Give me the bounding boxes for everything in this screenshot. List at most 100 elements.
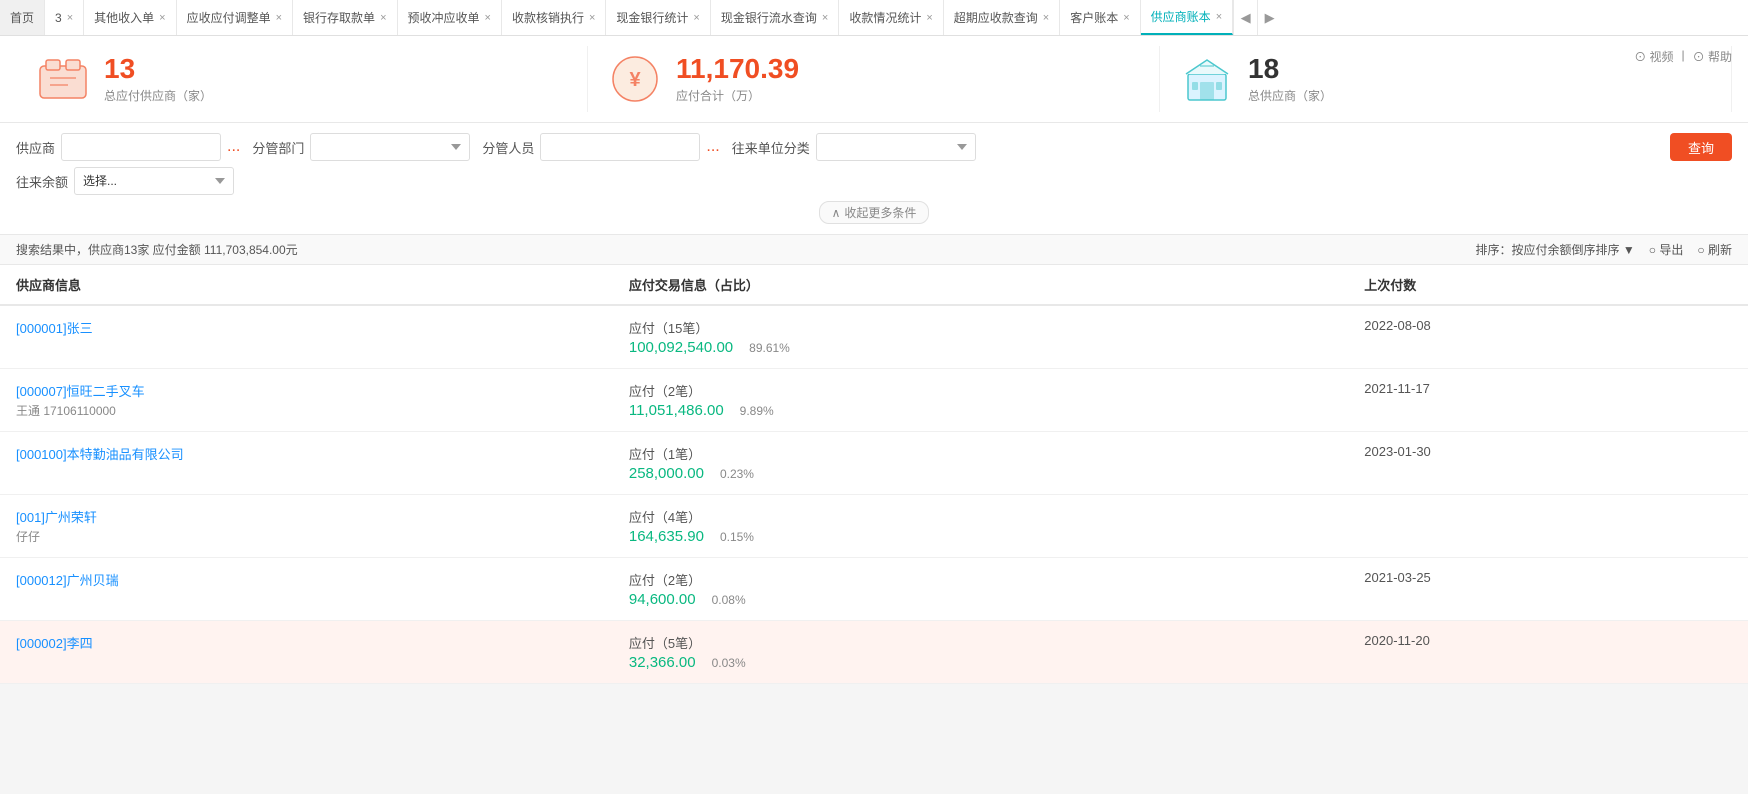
nav-arrow-right[interactable]: ▶ xyxy=(1257,0,1281,35)
total-supplier-icon xyxy=(1180,52,1234,106)
nav-tab-verify[interactable]: 收款核销执行 × xyxy=(502,0,606,35)
tx-percent-2: 0.23% xyxy=(720,467,754,481)
person-filter-label: 分管人员 xyxy=(482,138,534,157)
query-button[interactable]: 查询 xyxy=(1670,133,1732,161)
payable-supplier-label: 总应付供应商（家） xyxy=(104,87,212,104)
tx-row-4: 94,600.00 0.08% xyxy=(629,591,1364,608)
summary-card-payable-suppliers: 13 总应付供应商（家） xyxy=(16,46,588,112)
sort-label[interactable]: 排序：按应付余额倒序排序 ▼ xyxy=(1476,241,1635,258)
tx-percent-1: 9.89% xyxy=(740,404,774,418)
tx-label-2: 应付（1笔） xyxy=(629,444,1364,463)
close-tab-cashstat[interactable]: × xyxy=(693,12,699,24)
svg-text:¥: ¥ xyxy=(629,69,641,91)
tx-label-1: 应付（2笔） xyxy=(629,381,1364,400)
collapse-label: 收起更多条件 xyxy=(844,204,916,221)
nav-tab-3[interactable]: 3 × xyxy=(45,0,84,35)
tx-amount-4[interactable]: 94,600.00 xyxy=(629,591,696,608)
transaction-cell-4: 应付（2笔） 94,600.00 0.08% xyxy=(629,570,1364,608)
supplier-link-2[interactable]: [000100]本特勤油品有限公司 xyxy=(16,447,184,462)
nav-arrow-left[interactable]: ◀ xyxy=(1233,0,1257,35)
supplier-filter-label: 供应商 xyxy=(16,138,55,157)
sort-text: 排序：按应付余额倒序排序 xyxy=(1476,243,1620,257)
nav-tab-cashflow[interactable]: 现金银行流水查询 × xyxy=(711,0,839,35)
nav-tab-supbook[interactable]: 供应商账本 × xyxy=(1141,0,1233,35)
last-pay-date-2: 2023-01-30 xyxy=(1364,444,1431,459)
last-pay-date-0: 2022-08-08 xyxy=(1364,318,1431,333)
nav-tab-bank[interactable]: 银行存取款单 × xyxy=(293,0,397,35)
close-tab-overdue[interactable]: × xyxy=(1043,12,1049,24)
tx-percent-5: 0.03% xyxy=(712,656,746,670)
dept-filter-select[interactable] xyxy=(310,133,470,161)
supplier-link-0[interactable]: [000001]张三 xyxy=(16,321,93,336)
tx-amount-3[interactable]: 164,635.90 xyxy=(629,528,704,545)
nav-tab-recstat[interactable]: 收款情况统计 × xyxy=(839,0,943,35)
tx-label-0: 应付（15笔） xyxy=(629,318,1364,337)
nav-tab-home[interactable]: 首页 xyxy=(0,0,45,35)
close-tab-income[interactable]: × xyxy=(159,12,165,24)
transaction-cell-5: 应付（5笔） 32,366.00 0.03% xyxy=(629,633,1364,671)
nav-tab-income[interactable]: 其他收入单 × xyxy=(84,0,176,35)
nav-tab-custbook[interactable]: 客户账本 × xyxy=(1060,0,1140,35)
balance-filter-select[interactable]: 选择... xyxy=(74,167,234,195)
supplier-filter-input[interactable] xyxy=(61,133,221,161)
category-filter-select[interactable] xyxy=(816,133,976,161)
nav-tab-overdue[interactable]: 超期应收款查询 × xyxy=(944,0,1060,35)
transaction-cell-3: 应付（4笔） 164,635.90 0.15% xyxy=(629,507,1364,545)
export-label: 导出 xyxy=(1659,243,1683,257)
tx-amount-2[interactable]: 258,000.00 xyxy=(629,465,704,482)
supplier-cell-4: [000012]广州贝瑞 xyxy=(16,570,629,589)
refresh-button[interactable]: ○ 刷新 xyxy=(1697,241,1732,258)
nav-tab-cashstat-label: 现金银行统计 xyxy=(616,9,688,26)
nav-tab-cashstat[interactable]: 现金银行统计 × xyxy=(606,0,710,35)
tx-percent-3: 0.15% xyxy=(720,530,754,544)
supplier-link-1[interactable]: [000007]恒旺二手叉车 xyxy=(16,384,145,399)
help-separator: | xyxy=(1682,48,1685,65)
result-actions: 排序：按应付余额倒序排序 ▼ ○ 导出 ○ 刷新 xyxy=(1476,241,1732,258)
close-tab-custbook[interactable]: × xyxy=(1123,12,1129,24)
total-supplier-label: 总供应商（家） xyxy=(1248,87,1332,104)
export-button[interactable]: ○ 导出 xyxy=(1649,241,1684,258)
sort-arrow-icon: ▼ xyxy=(1623,243,1635,257)
supplier-cell-5: [000002]李四 xyxy=(16,633,629,652)
filter-row-1: 供应商 ... 分管部门 分管人员 ... 往来单位分类 查询 xyxy=(16,133,1732,161)
close-tab-recstat[interactable]: × xyxy=(926,12,932,24)
supplier-dots[interactable]: ... xyxy=(227,138,240,156)
close-tab-prereceive[interactable]: × xyxy=(485,12,491,24)
tx-percent-4: 0.08% xyxy=(712,593,746,607)
nav-tab-income-label: 其他收入单 xyxy=(94,9,154,26)
tx-amount-5[interactable]: 32,366.00 xyxy=(629,654,696,671)
video-link[interactable]: ⊙ 视频 xyxy=(1634,48,1673,65)
close-tab-bank[interactable]: × xyxy=(380,12,386,24)
refresh-icon: ○ xyxy=(1697,243,1708,257)
total-supplier-count: 18 xyxy=(1248,54,1332,85)
data-table: 供应商信息 应付交易信息（占比） 上次付数 [000001]张三 应付（15笔）… xyxy=(0,265,1748,684)
tx-amount-1[interactable]: 11,051,486.00 xyxy=(629,402,724,419)
collapse-button[interactable]: ∧ 收起更多条件 xyxy=(819,201,930,224)
tx-percent-0: 89.61% xyxy=(749,341,790,355)
table-header: 供应商信息 应付交易信息（占比） 上次付数 xyxy=(0,265,1748,306)
last-pay-date-1: 2021-11-17 xyxy=(1364,381,1430,396)
tx-amount-0[interactable]: 100,092,540.00 xyxy=(629,339,733,356)
close-tab-supbook[interactable]: × xyxy=(1216,11,1222,23)
last-pay-date-5: 2020-11-20 xyxy=(1364,633,1430,648)
summary-card-total-payable: ¥ 11,170.39 应付合计（万） xyxy=(588,46,1160,112)
nav-tab-prereceive[interactable]: 预收冲应收单 × xyxy=(398,0,502,35)
lastpay-cell-4: 2021-03-25 xyxy=(1364,570,1732,585)
supplier-link-5[interactable]: [000002]李四 xyxy=(16,636,93,651)
supplier-cell-0: [000001]张三 xyxy=(16,318,629,337)
nav-tab-overdue-label: 超期应收款查询 xyxy=(954,9,1038,26)
help-link[interactable]: ⊙ 帮助 xyxy=(1693,48,1732,65)
supplier-link-3[interactable]: [001]广州荣轩 xyxy=(16,510,97,525)
person-dots[interactable]: ... xyxy=(706,138,719,156)
nav-tab-home-label: 首页 xyxy=(10,9,34,26)
total-payable-amount: 11,170.39 xyxy=(676,54,799,85)
close-tab-3[interactable]: × xyxy=(67,12,73,24)
nav-tab-adjust[interactable]: 应收应付调整单 × xyxy=(177,0,293,35)
close-tab-cashflow[interactable]: × xyxy=(822,12,828,24)
supplier-link-4[interactable]: [000012]广州贝瑞 xyxy=(16,573,119,588)
supplier-cell-3: [001]广州荣轩 仔仔 xyxy=(16,507,629,545)
close-tab-adjust[interactable]: × xyxy=(276,12,282,24)
person-filter-input[interactable] xyxy=(540,133,700,161)
close-tab-verify[interactable]: × xyxy=(589,12,595,24)
balance-filter-label: 往来余额 xyxy=(16,172,68,191)
